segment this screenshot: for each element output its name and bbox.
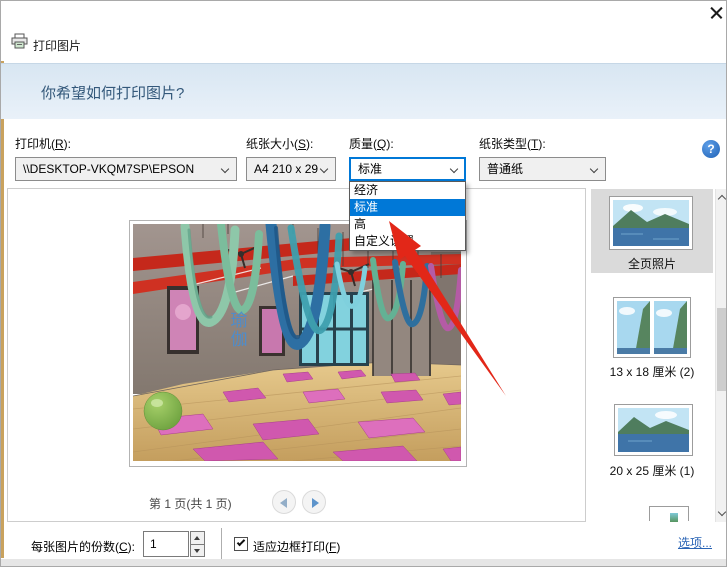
layout-label-20x25[interactable]: 20 x 25 厘米 (1) — [591, 462, 713, 479]
20x25-thumbnail[interactable] — [614, 404, 693, 456]
close-icon[interactable] — [707, 3, 726, 23]
scrollbar-thumb[interactable] — [717, 308, 726, 391]
quality-option-custom[interactable]: 自定义设置 — [350, 233, 465, 250]
partial-thumbnail[interactable] — [649, 506, 689, 522]
header-band: 你希望如何打印图片? — [1, 63, 726, 119]
paper-size-label: 纸张大小(S): — [246, 137, 314, 151]
quality-option-economy[interactable]: 经济 — [350, 182, 465, 199]
title-bar: 打印图片 — [1, 1, 726, 57]
layout-label-full-page[interactable]: 全页照片 — [591, 255, 713, 272]
left-arrow-icon — [280, 498, 287, 508]
printer-select[interactable]: \\DESKTOP-VKQM7SP\EPSON — [15, 157, 237, 181]
right-arrow-icon — [312, 498, 319, 508]
paper-size-value: A4 210 x 29 — [254, 162, 319, 176]
printer-value: \\DESKTOP-VKQM7SP\EPSON — [23, 162, 195, 176]
previous-page-button[interactable] — [272, 490, 296, 514]
13x18-thumbnail[interactable] — [613, 297, 691, 358]
scroll-down-icon[interactable] — [717, 507, 726, 517]
printer-label: 打印机(R): — [15, 137, 72, 151]
photo-wall-text: 瑜伽 — [230, 311, 248, 349]
stepper-up-icon[interactable] — [191, 532, 204, 544]
paper-type-label: 纸张类型(T): — [479, 137, 546, 151]
scroll-up-icon[interactable] — [717, 194, 726, 204]
chevron-down-icon — [449, 164, 459, 174]
window-title: 打印图片 — [33, 39, 82, 53]
chevron-down-icon — [319, 164, 329, 174]
copies-stepper[interactable] — [190, 531, 205, 557]
next-page-button[interactable] — [302, 490, 326, 514]
paper-type-select[interactable]: 普通纸 — [479, 157, 606, 181]
fit-to-frame-checkbox[interactable] — [234, 537, 248, 551]
quality-select[interactable]: 标准 — [349, 157, 466, 181]
printer-icon — [11, 33, 28, 49]
header-question: 你希望如何打印图片? — [41, 85, 185, 102]
paper-size-select[interactable]: A4 210 x 29 — [246, 157, 336, 181]
fit-to-frame-label: 适应边框打印(F) — [253, 540, 341, 554]
page-status: 第 1 页(共 1 页) — [149, 497, 232, 511]
paper-type-value: 普通纸 — [487, 162, 524, 176]
stepper-down-icon[interactable] — [191, 544, 204, 556]
help-icon[interactable]: ? — [702, 140, 720, 158]
quality-dropdown-list: 经济 标准 高 自定义设置 — [349, 181, 466, 251]
chevron-down-icon — [589, 164, 599, 174]
copies-label: 每张图片的份数(C): — [31, 540, 136, 554]
sidebar-scrollbar[interactable] — [715, 189, 726, 522]
quality-option-high[interactable]: 高 — [350, 216, 465, 233]
preview-photo — [133, 224, 461, 461]
copies-input[interactable] — [143, 531, 189, 557]
check-icon — [236, 537, 246, 547]
quality-value: 标准 — [358, 162, 383, 176]
quality-option-standard[interactable]: 标准 — [350, 199, 465, 216]
options-link[interactable]: 选项... — [678, 534, 712, 551]
window-bottom-edge — [1, 559, 726, 566]
full-page-thumbnail[interactable] — [609, 196, 693, 250]
quality-label: 质量(Q): — [349, 137, 394, 151]
window-edge-strip — [1, 61, 4, 558]
print-pictures-dialog: 打印图片 你希望如何打印图片? 打印机(R): 纸张大小(S): 质量(Q): … — [0, 0, 727, 567]
footer-divider — [221, 528, 222, 560]
chevron-down-icon — [220, 164, 230, 174]
layout-label-13x18[interactable]: 13 x 18 厘米 (2) — [591, 363, 713, 380]
